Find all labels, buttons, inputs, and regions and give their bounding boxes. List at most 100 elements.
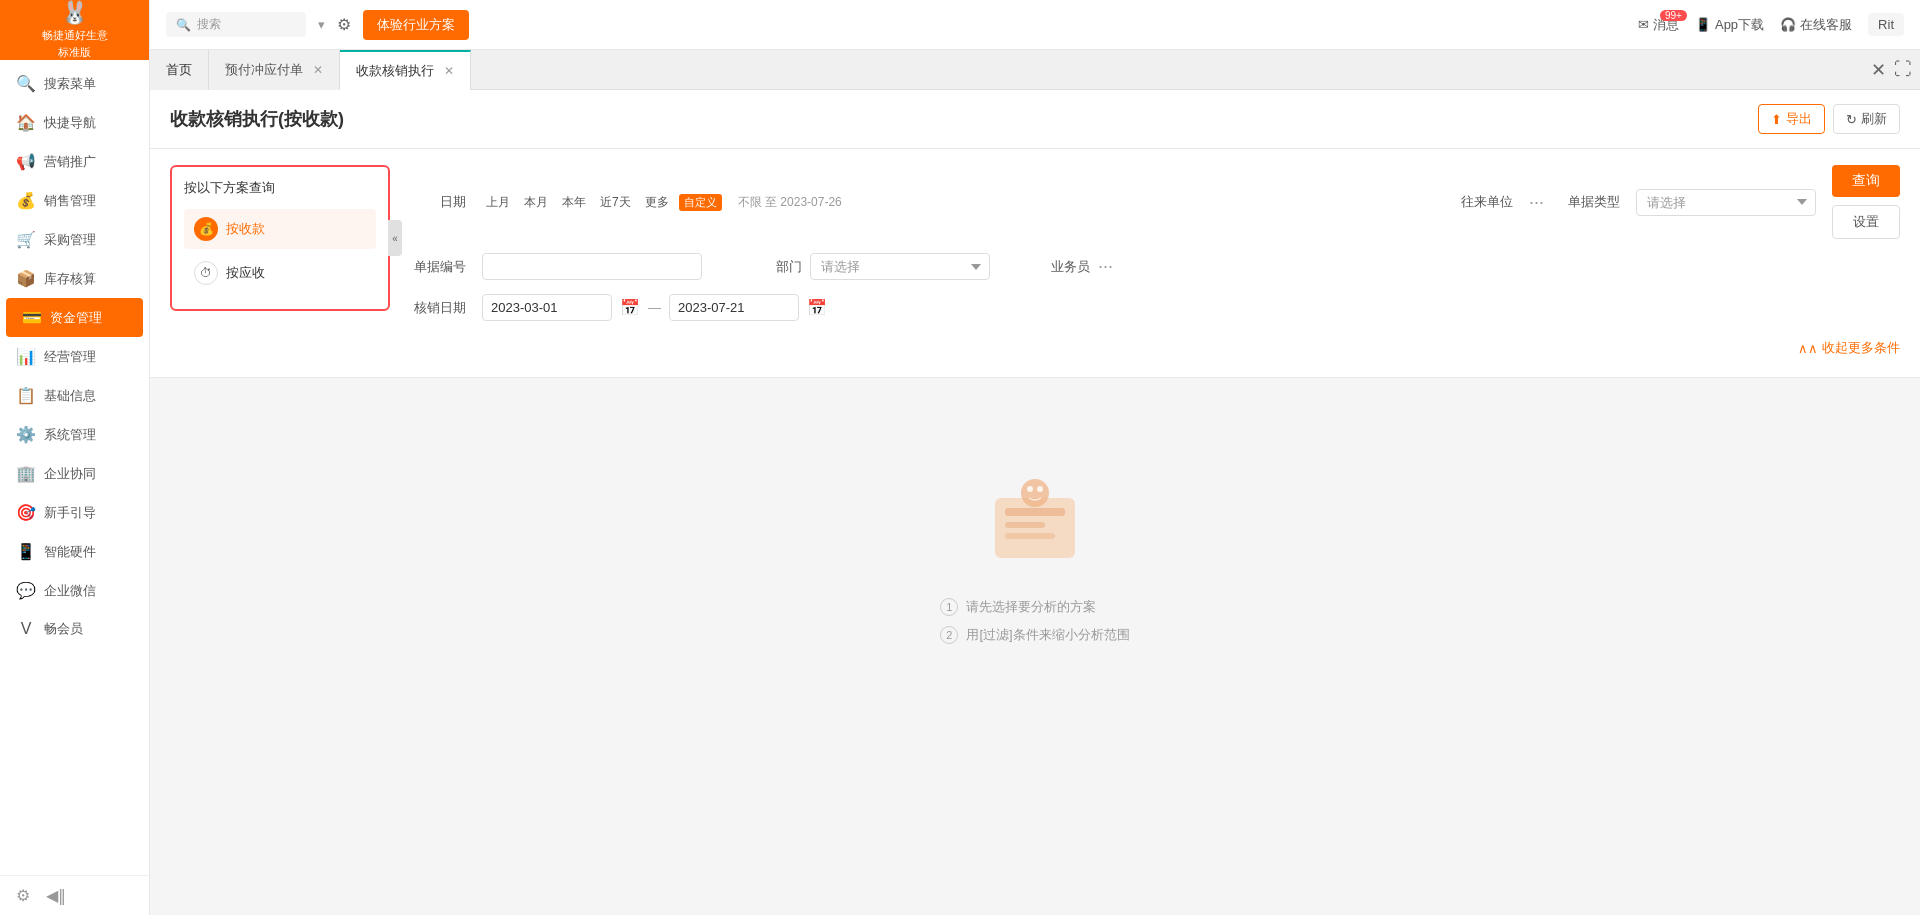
nav-icon-hardware: 📱 [16, 542, 36, 561]
empty-hint-1: 1 请先选择要分析的方案 [940, 598, 1129, 616]
date-7days[interactable]: 近7天 [596, 192, 635, 213]
dropdown-icon[interactable]: ▾ [318, 17, 325, 32]
tabbar-expand-icon[interactable]: ⛶ [1894, 59, 1912, 80]
svg-rect-1 [1005, 508, 1065, 516]
sidebar-item-basic[interactable]: 📋基础信息 [0, 376, 149, 415]
collapse-more-label: 收起更多条件 [1822, 339, 1900, 357]
settings-button[interactable]: 设置 [1832, 205, 1900, 239]
sidebar-item-enterprise[interactable]: 🏢 企业协同 [0, 454, 149, 493]
service-icon: 🎧 [1780, 17, 1796, 32]
date-more[interactable]: 更多 [641, 192, 673, 213]
filter-option-by-payable[interactable]: ⏱ 按应收 [184, 253, 376, 293]
collapse-more-btn[interactable]: ∧∧ 收起更多条件 [406, 335, 1900, 361]
nav-icon-inventory: 📦 [16, 269, 36, 288]
hint-num-2: 2 [940, 626, 958, 644]
nav-label-marketing: 营销推广 [44, 153, 96, 171]
nav-icon-guide: 🎯 [16, 503, 36, 522]
date-shortcuts: 上月 本月 本年 近7天 更多 自定义 [482, 192, 722, 213]
sidebar-item-inventory[interactable]: 📦 库存核算 [0, 259, 149, 298]
hint-2-text: 用[过滤]条件来缩小分析范围 [966, 626, 1129, 644]
nav-label-inventory: 库存核算 [44, 270, 96, 288]
search-icon: 🔍 [176, 18, 191, 32]
hint-num-1: 1 [940, 598, 958, 616]
sidebar-item-guide[interactable]: 🎯新手引导 [0, 493, 149, 532]
sidebar-item-marketing[interactable]: 📢 营销推广 [0, 142, 149, 181]
message-button[interactable]: ✉ 消息 99+ [1638, 16, 1679, 34]
message-icon: ✉ [1638, 17, 1649, 32]
nav-label-system: 系统管理 [44, 426, 96, 444]
topbar-search[interactable]: 🔍 搜索 [166, 12, 306, 37]
tab-prepay-close[interactable]: ✕ [313, 63, 323, 77]
search-placeholder: 搜索 [197, 16, 221, 33]
sidebar-item-finance[interactable]: 💳资金管理 [6, 298, 143, 337]
date-last-month[interactable]: 上月 [482, 192, 514, 213]
app-download-button[interactable]: 📱 App下载 [1695, 16, 1764, 34]
filter-collapse-button[interactable]: « [388, 220, 402, 256]
svg-point-5 [1027, 486, 1033, 492]
tabbar-actions: ✕ ⛶ [1871, 59, 1920, 81]
nav-icon-system: ⚙️ [16, 425, 36, 444]
writeoff-start-input[interactable] [482, 294, 612, 321]
counterpart-dots[interactable]: ··· [1529, 192, 1544, 213]
nav-label-search: 搜索菜单 [44, 75, 96, 93]
settings-icon[interactable]: ⚙ [16, 886, 30, 905]
end-calendar-icon[interactable]: 📅 [807, 298, 827, 317]
writeoff-end-input[interactable] [669, 294, 799, 321]
main-area: 🔍 搜索 ▾ ⚙ 体验行业方案 ✉ 消息 99+ 📱 App下载 🎧 在线客服 … [150, 0, 1920, 915]
tab-home[interactable]: 首页 [150, 50, 209, 90]
sidebar-item-search[interactable]: 🔍搜索菜单 [0, 64, 149, 103]
sidebar-item-operations[interactable]: 📊 经营管理 [0, 337, 149, 376]
sidebar-collapse-btn[interactable]: ◀‖ [46, 886, 66, 905]
refresh-button[interactable]: ↻ 刷新 [1833, 104, 1900, 134]
nav-icon-operations: 📊 [16, 347, 36, 366]
nav-label-purchase: 采购管理 [44, 231, 96, 249]
start-calendar-icon[interactable]: 📅 [620, 298, 640, 317]
tab-prepay[interactable]: 预付冲应付单 ✕ [209, 50, 340, 90]
sidebar: 🐰 畅捷通好生意 标准版 🔍搜索菜单🏠快捷导航📢营销推广💰销售管理🛒采购管理📦库… [0, 0, 150, 915]
export-button[interactable]: ⬆ 导出 [1758, 104, 1825, 134]
doc-type-label: 单据类型 [1560, 193, 1620, 211]
query-button[interactable]: 查询 [1832, 165, 1900, 197]
logo-icon: 🐰 [61, 0, 88, 26]
sidebar-item-quick-nav[interactable]: 🏠快捷导航 [0, 103, 149, 142]
nav-label-operations: 经营管理 [44, 348, 96, 366]
tabbar-close-icon[interactable]: ✕ [1871, 59, 1886, 81]
nav-icon-marketing: 📢 [16, 152, 36, 171]
service-button[interactable]: 🎧 在线客服 [1780, 16, 1852, 34]
nav-label-basic: 基础信息 [44, 387, 96, 405]
user-menu[interactable]: Rit [1868, 13, 1904, 36]
sidebar-item-purchase[interactable]: 🛒采购管理 [0, 220, 149, 259]
filter-option-by-receipt[interactable]: 💰 按收款 [184, 209, 376, 249]
nav-icon-enterprise: 🏢 [16, 464, 36, 483]
date-this-year[interactable]: 本年 [558, 192, 590, 213]
staff-dots[interactable]: ··· [1098, 256, 1113, 277]
sidebar-item-member[interactable]: V畅会员 [0, 610, 149, 648]
payable-icon: ⏱ [194, 261, 218, 285]
topbar-gear-icon[interactable]: ⚙ [337, 15, 351, 34]
sidebar-item-wechat[interactable]: 💬企业微信 [0, 571, 149, 610]
date-custom-badge[interactable]: 自定义 [679, 194, 722, 211]
collapse-up-icon: ∧∧ [1798, 341, 1818, 356]
doc-type-select[interactable]: 请选择 [1636, 189, 1816, 216]
tab-receipt-label: 收款核销执行 [356, 62, 434, 80]
sidebar-item-system[interactable]: ⚙️ 系统管理 [0, 415, 149, 454]
sidebar-item-sales[interactable]: 💰销售管理 [0, 181, 149, 220]
svg-rect-2 [1005, 522, 1045, 528]
date-this-month[interactable]: 本月 [520, 192, 552, 213]
tab-receipt-close[interactable]: ✕ [444, 64, 454, 78]
nav-icon-quick-nav: 🏠 [16, 113, 36, 132]
nav-label-finance: 资金管理 [50, 309, 102, 327]
app-name: 畅捷通好生意 [42, 28, 108, 43]
tabbar: 首页 预付冲应付单 ✕ 收款核销执行 ✕ ✕ ⛶ [150, 50, 1920, 90]
refresh-icon: ↻ [1846, 112, 1857, 127]
doc-no-input[interactable] [482, 253, 702, 280]
filter-sidebar: 按以下方案查询 💰 按收款 ⏱ 按应收 « [170, 165, 390, 361]
solution-button[interactable]: 体验行业方案 [363, 10, 469, 40]
receipt-icon: 💰 [194, 217, 218, 241]
tab-home-label: 首页 [166, 61, 192, 79]
dept-select[interactable]: 请选择 [810, 253, 990, 280]
filter-by-receipt-label: 按收款 [226, 220, 265, 238]
tab-receipt[interactable]: 收款核销执行 ✕ [340, 50, 471, 90]
sidebar-item-hardware[interactable]: 📱智能硬件 [0, 532, 149, 571]
nav-label-enterprise: 企业协同 [44, 465, 96, 483]
